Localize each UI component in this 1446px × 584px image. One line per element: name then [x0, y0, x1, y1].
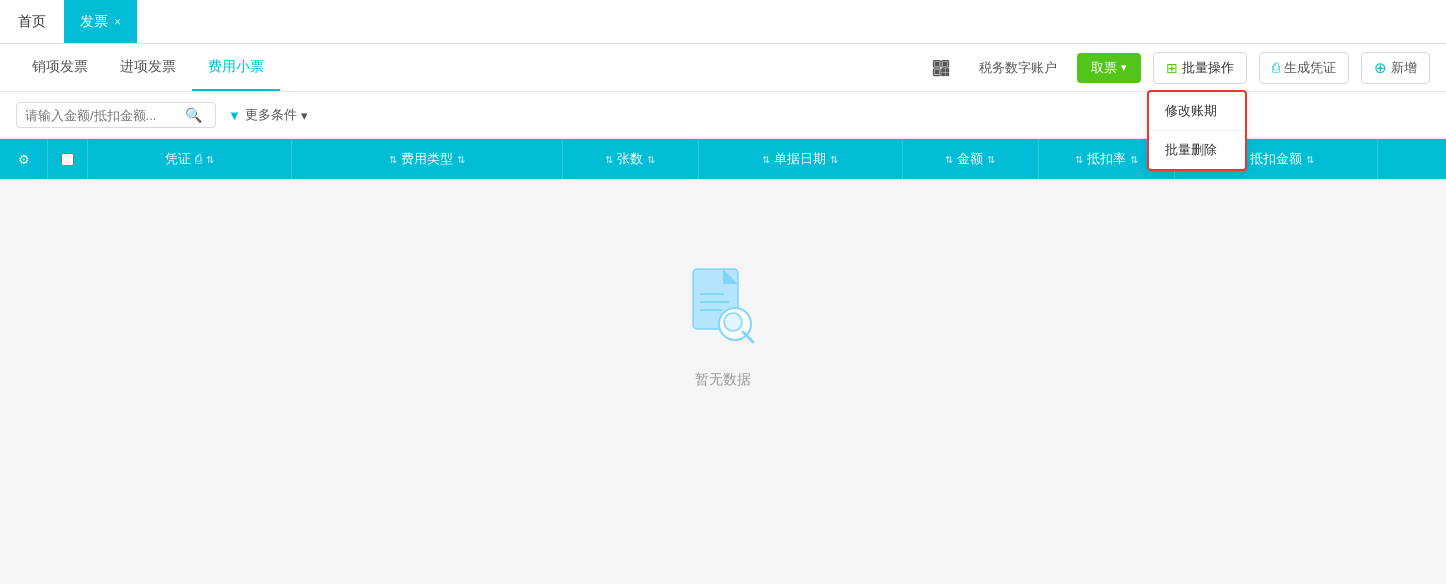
th-voucher-sort-icon: ⇅	[206, 154, 214, 165]
th-date-sort-asc-icon: ⇅	[762, 154, 770, 165]
batch-ops-icon: ⊞	[1166, 60, 1178, 76]
th-extra	[1378, 139, 1446, 179]
add-icon: ⊕	[1374, 59, 1387, 77]
settings-icon: ⚙	[18, 152, 30, 167]
tab-jinxiang[interactable]: 进项发票	[104, 44, 192, 91]
tab-feiyong[interactable]: 费用小票	[192, 44, 280, 91]
th-date-sort-desc-icon: ⇅	[830, 154, 838, 165]
th-count[interactable]: ⇅ 张数 ⇅	[563, 139, 699, 179]
th-amount-sort-asc-icon: ⇅	[945, 154, 953, 165]
dropdown-item-modify-period[interactable]: 修改账期	[1149, 92, 1245, 130]
svg-rect-8	[942, 73, 945, 76]
th-count-sort-asc-icon: ⇅	[605, 154, 613, 165]
th-count-label: 张数	[617, 150, 643, 168]
search-icon[interactable]: 🔍	[185, 107, 202, 123]
add-new-button[interactable]: ⊕ 新增	[1361, 52, 1430, 84]
add-new-label: 新增	[1391, 59, 1417, 77]
svg-rect-5	[935, 70, 938, 73]
th-deduct-amount-label: 抵扣金额	[1250, 150, 1302, 168]
dropdown-item-batch-delete[interactable]: 批量删除	[1149, 130, 1245, 169]
qupiao-chevron-icon: ▾	[1121, 61, 1127, 74]
more-conditions-button[interactable]: ▼ 更多条件 ▾	[228, 106, 308, 124]
qupiao-button[interactable]: 取票 ▾	[1077, 53, 1141, 83]
batch-ops-wrapper: ⊞ 批量操作 修改账期 批量删除	[1153, 52, 1247, 84]
generate-voucher-button[interactable]: ⎙ 生成凭证	[1259, 52, 1349, 84]
tax-account-button[interactable]: 税务数字账户	[971, 53, 1065, 83]
svg-rect-3	[935, 62, 938, 65]
invoice-tab[interactable]: 发票 ×	[64, 0, 137, 43]
empty-state: 暂无数据	[0, 179, 1446, 429]
th-date-label: 单据日期	[774, 150, 826, 168]
sub-nav: 销项发票 进项发票 费用小票 税务数字账户	[0, 44, 1446, 92]
th-amount-label: 金额	[957, 150, 983, 168]
th-amount[interactable]: ⇅ 金额 ⇅	[903, 139, 1039, 179]
empty-state-icon	[673, 259, 773, 359]
th-expense-type-sort-asc-icon: ⇅	[389, 154, 397, 165]
voucher-icon: ⎙	[1272, 60, 1280, 75]
th-date[interactable]: ⇅ 单据日期 ⇅	[699, 139, 903, 179]
th-deduct-rate-label: 抵扣率	[1087, 150, 1126, 168]
th-expense-type-sort-desc-icon: ⇅	[457, 154, 465, 165]
th-voucher-icon: ⎙	[195, 152, 202, 166]
qupiao-label: 取票	[1091, 59, 1117, 77]
invoice-tab-close[interactable]: ×	[114, 15, 121, 29]
th-settings[interactable]: ⚙	[0, 139, 48, 179]
batch-ops-button[interactable]: ⊞ 批量操作	[1153, 52, 1247, 84]
generate-voucher-label: 生成凭证	[1284, 59, 1336, 77]
sub-nav-actions: 税务数字账户 取票 ▾ ⊞ 批量操作 修改账期 批量删除 ⎙ 生成凭证 ⊕	[923, 52, 1430, 84]
th-deduct-amount-sort-desc-icon: ⇅	[1306, 154, 1314, 165]
th-deduct-rate-sort-desc-icon: ⇅	[1130, 154, 1138, 165]
empty-state-text: 暂无数据	[695, 371, 751, 389]
batch-ops-label: 批量操作	[1182, 59, 1234, 77]
th-deduct-rate-sort-asc-icon: ⇅	[1075, 154, 1083, 165]
tab-xiaoxiang[interactable]: 销项发票	[16, 44, 104, 91]
invoice-tab-label: 发票	[80, 13, 108, 31]
th-expense-type[interactable]: ⇅ 费用类型 ⇅	[292, 139, 563, 179]
qr-icon	[931, 58, 951, 78]
th-checkbox[interactable]	[48, 139, 88, 179]
more-conditions-label: 更多条件	[245, 106, 297, 124]
qr-code-button[interactable]	[923, 52, 959, 84]
more-conditions-chevron-icon: ▾	[301, 108, 308, 123]
batch-dropdown-menu: 修改账期 批量删除	[1147, 90, 1247, 171]
top-nav: 首页 发票 ×	[0, 0, 1446, 44]
th-expense-type-label: 费用类型	[401, 150, 453, 168]
svg-rect-9	[946, 73, 949, 76]
svg-point-15	[724, 313, 742, 331]
home-tab[interactable]: 首页	[0, 0, 64, 43]
svg-rect-6	[942, 68, 945, 71]
search-wrap[interactable]: 🔍	[16, 102, 216, 128]
tax-account-label: 税务数字账户	[979, 59, 1057, 77]
th-voucher[interactable]: 凭证 ⎙ ⇅	[88, 139, 292, 179]
th-voucher-label: 凭证	[165, 150, 191, 168]
sub-nav-tabs: 销项发票 进项发票 费用小票	[16, 44, 280, 91]
svg-rect-4	[944, 62, 947, 65]
filter-icon: ▼	[228, 108, 241, 123]
search-input[interactable]	[25, 108, 185, 123]
th-amount-sort-desc-icon: ⇅	[987, 154, 995, 165]
th-count-sort-desc-icon: ⇅	[647, 154, 655, 165]
svg-rect-7	[946, 68, 949, 71]
select-all-checkbox[interactable]	[61, 153, 74, 166]
